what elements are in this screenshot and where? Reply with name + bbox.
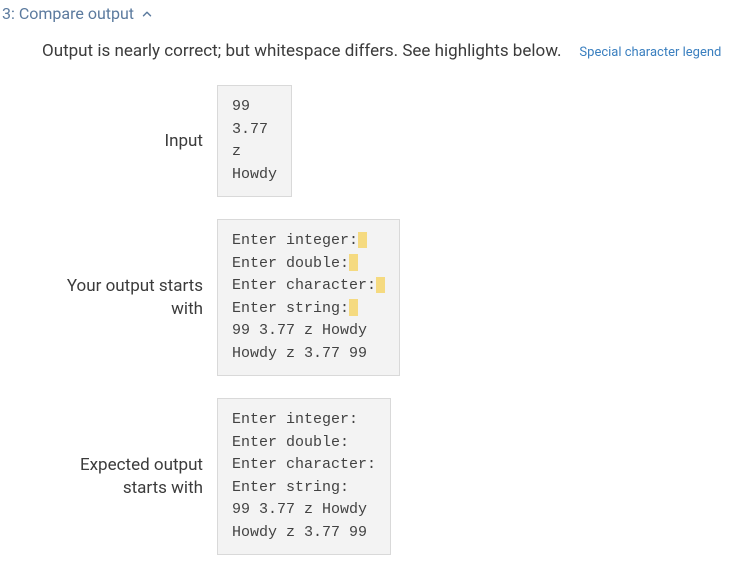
your-output-box: Enter integer: Enter double: Enter chara… bbox=[217, 219, 400, 376]
section-title: 3: Compare output bbox=[2, 4, 134, 23]
whitespace-highlight bbox=[358, 232, 367, 249]
special-character-legend-link[interactable]: Special character legend bbox=[579, 45, 721, 60]
comparison-block: Input 99 3.77 z Howdy Your output starts… bbox=[0, 85, 753, 555]
whitespace-highlight bbox=[349, 254, 358, 271]
chevron-up-icon bbox=[140, 7, 154, 21]
whitespace-highlight bbox=[349, 299, 358, 316]
whitespace-highlight bbox=[376, 277, 385, 294]
feedback-row: Output is nearly correct; but whitespace… bbox=[0, 41, 753, 85]
your-output-label: Your output starts with bbox=[8, 275, 203, 321]
expected-output-label: Expected output starts with bbox=[8, 454, 203, 500]
input-box: 99 3.77 z Howdy bbox=[217, 85, 292, 197]
feedback-text: Output is nearly correct; but whitespace… bbox=[42, 41, 561, 61]
input-label: Input bbox=[8, 130, 203, 153]
expected-output-box: Enter integer: Enter double: Enter chara… bbox=[217, 398, 391, 555]
section-header[interactable]: 3: Compare output bbox=[0, 0, 753, 41]
